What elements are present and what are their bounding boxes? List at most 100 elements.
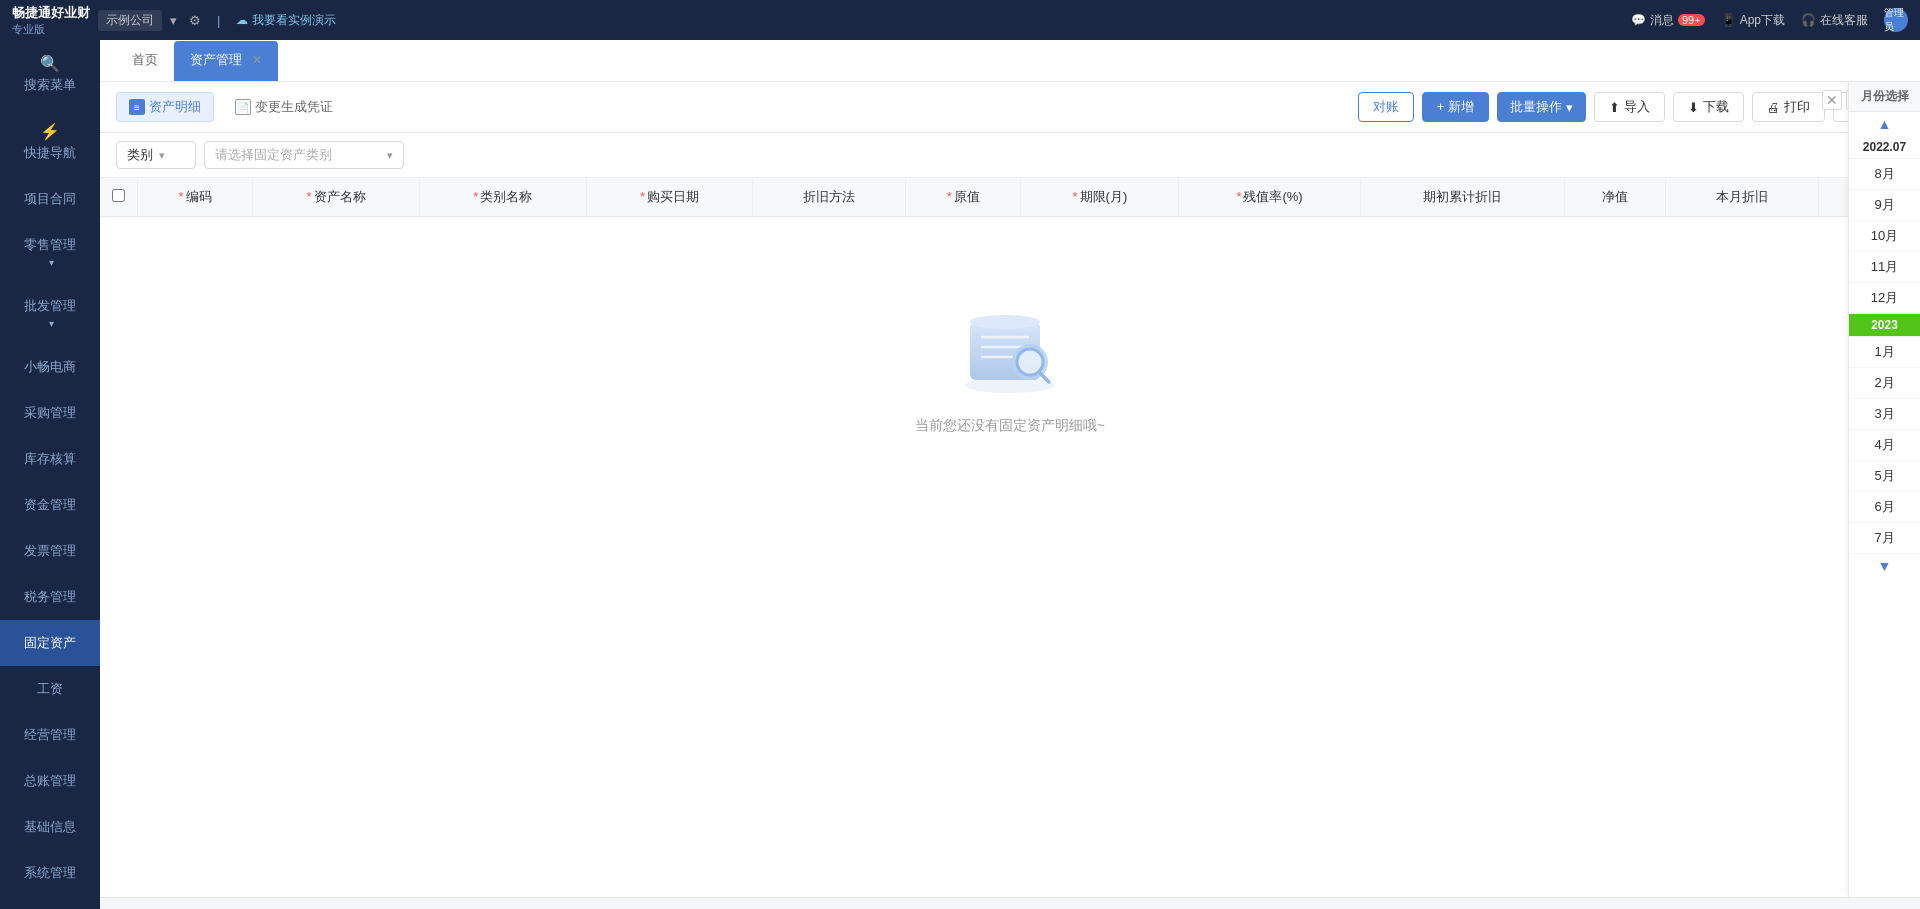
empty-state: 当前您还没有固定资产明细哦~	[100, 217, 1920, 515]
month-8[interactable]: 8月	[1849, 159, 1920, 190]
category-filter[interactable]: 类别 ▾	[116, 141, 196, 169]
import-button[interactable]: ⬆ 导入	[1594, 92, 1665, 122]
col-code: *编码	[138, 178, 253, 217]
col-monthly-depreciation: 本月折旧	[1666, 178, 1819, 217]
sidebar-item-operations[interactable]: 经营管理	[0, 712, 100, 758]
filter-row: 类别 ▾ 请选择固定资产类别 ▾	[100, 133, 1920, 178]
sidebar-item-system[interactable]: 系统管理	[0, 850, 100, 896]
company-dropdown-icon[interactable]: ▾	[170, 13, 177, 28]
sidebar-item-finance[interactable]: 资金管理	[0, 482, 100, 528]
month-9[interactable]: 9月	[1849, 190, 1920, 221]
sidebar-item-ledger[interactable]: 总账管理	[0, 758, 100, 804]
sidebar-quick-nav[interactable]: ⚡ 快捷导航	[0, 108, 100, 176]
select-all-checkbox[interactable]	[112, 189, 125, 202]
top-bar-left: 畅捷通好业财 专业版 示例公司 ▾ ⚙ | ☁ 我要看实例演示	[12, 4, 336, 37]
sub-tab-detail[interactable]: ≡ 资产明细	[116, 92, 214, 122]
sidebar-item-assets[interactable]: 固定资产	[0, 620, 100, 666]
col-accumulated-depreciation: 期初累计折旧	[1360, 178, 1564, 217]
tab-close-icon[interactable]: ✕	[252, 53, 262, 67]
sidebar-item-purchase[interactable]: 采购管理	[0, 390, 100, 436]
col-category: *类别名称	[419, 178, 586, 217]
input-arrow-icon: ▾	[387, 149, 393, 162]
col-depreciation-method: 折旧方法	[753, 178, 906, 217]
search-icon: 🔍	[8, 54, 92, 73]
brand-logo: 畅捷通好业财 专业版	[12, 4, 90, 37]
sidebar-item-wholesale[interactable]: 批发管理 ▾	[0, 283, 100, 344]
col-purchase-date: *购买日期	[586, 178, 753, 217]
demo-icon: ☁	[236, 13, 248, 27]
sidebar-item-invoice[interactable]: 发票管理	[0, 528, 100, 574]
svg-point-3	[970, 315, 1040, 329]
month-12[interactable]: 12月	[1849, 283, 1920, 314]
reconcile-button[interactable]: 对账	[1358, 92, 1414, 122]
category-arrow-icon: ▾	[159, 149, 165, 162]
sub-tab-bar: ≡ 资产明细 📄 变更生成凭证 对账 + 新增 批量操作 ▾ ⬆	[100, 82, 1920, 133]
online-service-button[interactable]: 🎧 在线客服	[1801, 12, 1868, 29]
empty-text: 当前您还没有固定资产明细哦~	[915, 417, 1105, 435]
page-content: ≡ 资产明细 📄 变更生成凭证 对账 + 新增 批量操作 ▾ ⬆	[100, 82, 1920, 897]
bottom-scrollbar[interactable]	[100, 897, 1920, 909]
settings-icon[interactable]: ⚙	[189, 13, 201, 28]
empty-illustration	[950, 297, 1070, 397]
download-icon: ⬇	[1688, 100, 1699, 115]
download-button[interactable]: ⬇ 下载	[1673, 92, 1744, 122]
user-avatar[interactable]: 管理员	[1884, 8, 1908, 32]
month-panel-header: 月份选择	[1849, 82, 1920, 112]
month-10[interactable]: 10月	[1849, 221, 1920, 252]
detail-tab-icon: ≡	[129, 99, 145, 115]
sub-tab-voucher[interactable]: 📄 变更生成凭证	[222, 92, 346, 122]
month-6[interactable]: 6月	[1849, 492, 1920, 523]
main-layout: 🔍 搜索菜单 ⚡ 快捷导航 项目合同 零售管理 ▾ 批发管理 ▾ 小畅电商 采购…	[0, 40, 1920, 909]
month-year-2022: 2022.07	[1849, 136, 1920, 159]
month-4[interactable]: 4月	[1849, 430, 1920, 461]
content-area: 首页 资产管理 ✕ ≡ 资产明细 📄 变更生成凭证	[100, 40, 1920, 909]
col-original-value: *原值	[906, 178, 1021, 217]
batch-dropdown-icon: ▾	[1566, 100, 1573, 115]
month-year-2023-label: 2023	[1849, 314, 1920, 337]
nav-icon: ⚡	[8, 122, 92, 141]
col-name: *资产名称	[253, 178, 420, 217]
tab-assets[interactable]: 资产管理 ✕	[174, 41, 278, 81]
sidebar-item-tax[interactable]: 税务管理	[0, 574, 100, 620]
table-select-all[interactable]	[100, 178, 138, 217]
month-11[interactable]: 11月	[1849, 252, 1920, 283]
sidebar-search[interactable]: 🔍 搜索菜单	[0, 40, 100, 108]
demo-link[interactable]: ☁ 我要看实例演示	[236, 12, 336, 29]
month-nav-up[interactable]: ▲	[1849, 112, 1920, 136]
sidebar-item-ecommerce[interactable]: 小畅电商	[0, 344, 100, 390]
retail-arrow-icon: ▾	[49, 257, 54, 268]
month-7[interactable]: 7月	[1849, 523, 1920, 554]
tab-home[interactable]: 首页	[116, 41, 174, 81]
sidebar-item-basics[interactable]: 基础信息	[0, 804, 100, 850]
voucher-tab-icon: 📄	[235, 99, 251, 115]
message-badge: 99+	[1678, 14, 1705, 26]
add-button[interactable]: + 新增	[1422, 92, 1489, 122]
assets-table: *编码 *资产名称 *类别名称 *购买日期 折旧方法 *原值 *期限(月) *残…	[100, 178, 1920, 515]
message-button[interactable]: 💬 消息 99+	[1631, 12, 1705, 29]
sidebar-item-project[interactable]: 项目合同	[0, 176, 100, 222]
message-icon: 💬	[1631, 13, 1646, 27]
sidebar-item-inventory[interactable]: 库存核算	[0, 436, 100, 482]
sidebar: 🔍 搜索菜单 ⚡ 快捷导航 项目合同 零售管理 ▾ 批发管理 ▾ 小畅电商 采购…	[0, 40, 100, 909]
tab-bar: 首页 资产管理 ✕	[100, 40, 1920, 82]
print-button[interactable]: 🖨 打印	[1752, 92, 1825, 122]
top-bar: 畅捷通好业财 专业版 示例公司 ▾ ⚙ | ☁ 我要看实例演示 💬 消息 99+…	[0, 0, 1920, 40]
month-5[interactable]: 5月	[1849, 461, 1920, 492]
month-2[interactable]: 2月	[1849, 368, 1920, 399]
month-1[interactable]: 1月	[1849, 337, 1920, 368]
month-3[interactable]: 3月	[1849, 399, 1920, 430]
col-net-value: 净值	[1564, 178, 1665, 217]
col-residual-rate: *残值率(%)	[1179, 178, 1360, 217]
table-wrapper: *编码 *资产名称 *类别名称 *购买日期 折旧方法 *原值 *期限(月) *残…	[100, 178, 1920, 897]
month-panel: 月份选择 ▲ 2022.07 8月 9月 10月 11月 12月 2023 1月…	[1848, 82, 1920, 897]
sidebar-item-salary[interactable]: 工资	[0, 666, 100, 712]
month-nav-down[interactable]: ▼	[1849, 554, 1920, 578]
app-download-button[interactable]: 📱 App下载	[1721, 12, 1785, 29]
category-input[interactable]: 请选择固定资产类别 ▾	[204, 141, 404, 169]
col-period: *期限(月)	[1021, 178, 1179, 217]
wholesale-arrow-icon: ▾	[49, 318, 54, 329]
sidebar-item-retail[interactable]: 零售管理 ▾	[0, 222, 100, 283]
batch-button[interactable]: 批量操作 ▾	[1497, 92, 1586, 122]
close-panel-button[interactable]: ✕	[1822, 90, 1842, 110]
company-selector[interactable]: 示例公司	[98, 10, 162, 31]
